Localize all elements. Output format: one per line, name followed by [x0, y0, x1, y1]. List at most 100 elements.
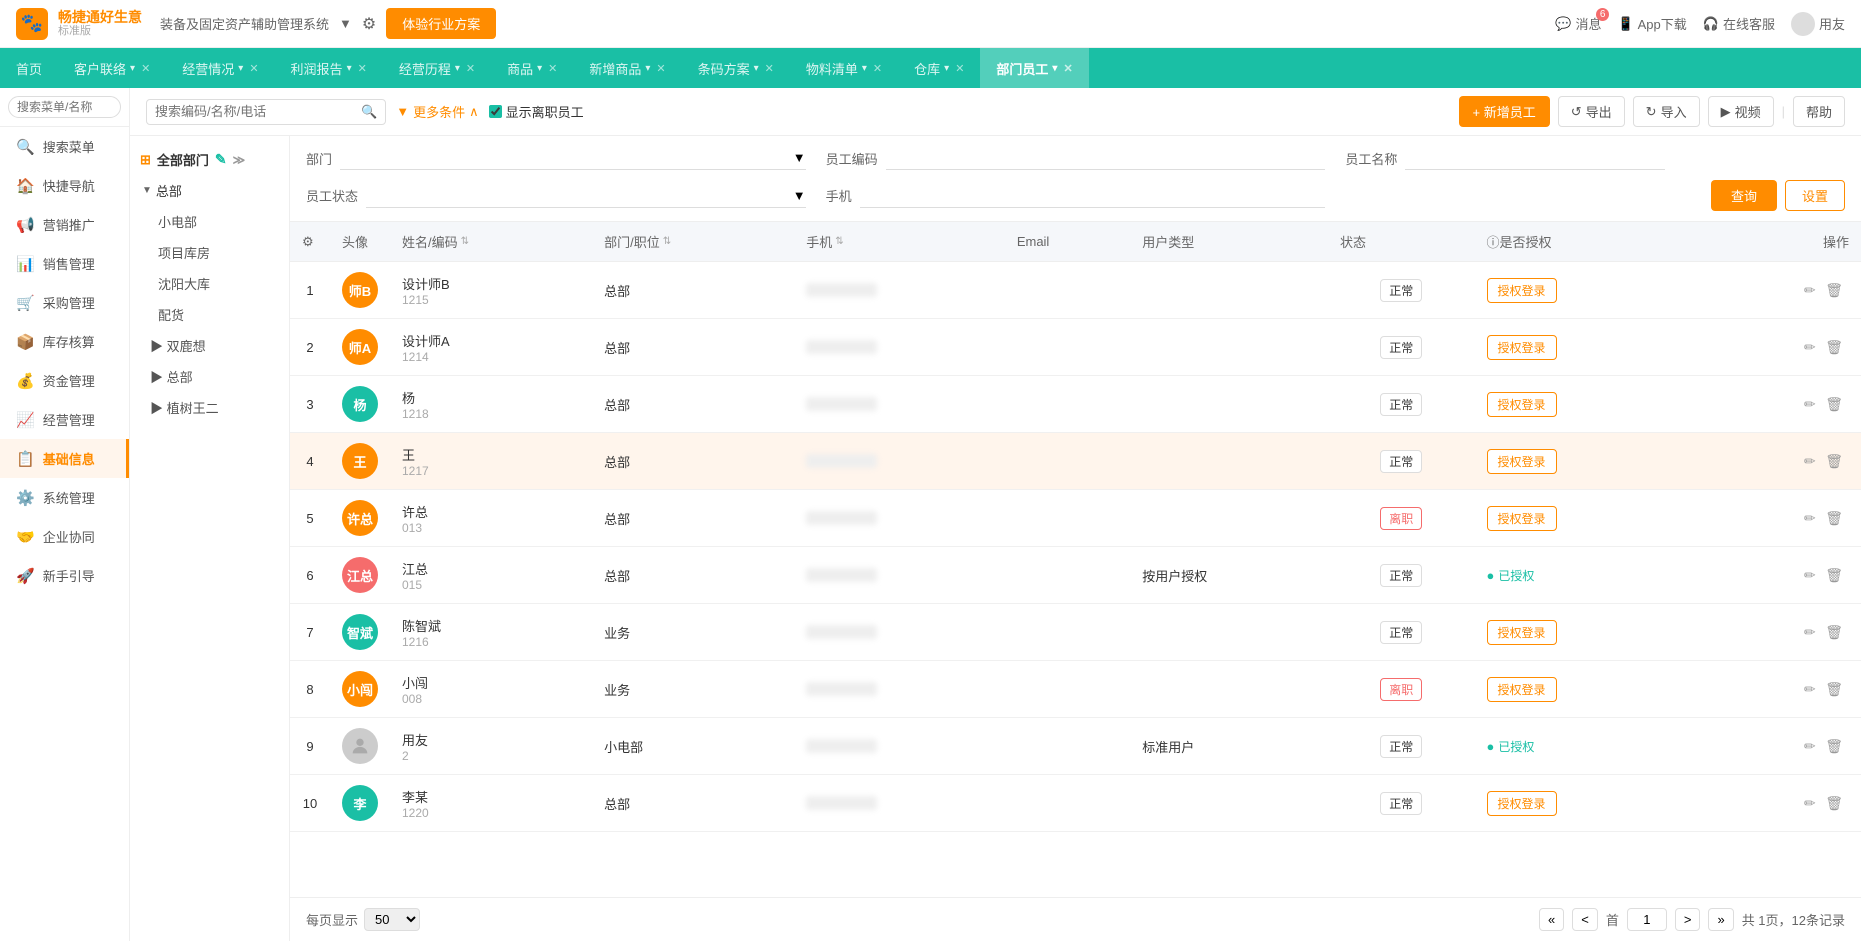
top-bar-left: 🐾 畅捷通好生意 标准版 装备及固定资产辅助管理系统 ▼ ⚙ 体验行业方案	[16, 8, 496, 40]
edit-icon[interactable]: ✏	[1804, 738, 1816, 754]
first-page-button[interactable]: «	[1539, 908, 1564, 931]
nav-tab-物料清单[interactable]: 物料清单▾✕	[790, 48, 898, 88]
show-resigned-toggle[interactable]: 显示离职员工	[489, 102, 584, 121]
edit-icon[interactable]: ✏	[1804, 453, 1816, 469]
delete-icon[interactable]: 🗑	[1825, 681, 1843, 697]
edit-icon[interactable]: ✏	[1804, 681, 1816, 697]
nav-tab-部门员工[interactable]: 部门员工▾✕	[980, 48, 1088, 88]
message-button[interactable]: 💬 消息 6	[1555, 14, 1601, 33]
col-dept[interactable]: 部门/职位 ⇅	[592, 222, 794, 262]
auth-button[interactable]: 授权登录	[1487, 449, 1557, 474]
more-filter-button[interactable]: ▼ 更多条件 ∧	[396, 102, 478, 121]
edit-icon[interactable]: ✏	[1804, 339, 1816, 355]
sidebar-item-inventory[interactable]: 📦库存核算	[0, 322, 129, 361]
edit-icon[interactable]: ✏	[1804, 282, 1816, 298]
export-button[interactable]: ↺ 导出	[1558, 96, 1625, 127]
trial-button[interactable]: 体验行业方案	[386, 8, 496, 39]
dept-item-植树王二-3[interactable]: ▶ 植树王二	[130, 392, 289, 423]
col-op: 操作	[1683, 222, 1861, 262]
delete-icon[interactable]: 🗑	[1825, 396, 1843, 412]
view-button[interactable]: ▶ 视频	[1708, 96, 1774, 127]
resigned-checkbox[interactable]	[489, 105, 502, 118]
dept-item-沈阳大库[interactable]: 沈阳大库	[138, 268, 289, 299]
help-button[interactable]: 帮助	[1793, 96, 1845, 127]
dept-item-双鹿想-1[interactable]: ▶ 双鹿想	[130, 330, 289, 361]
nav-tab-经营历程[interactable]: 经营历程▾✕	[383, 48, 491, 88]
set-button[interactable]: 设置	[1785, 180, 1845, 211]
status-select[interactable]: ▼	[366, 184, 806, 208]
menu-icon-basic: 📋	[16, 450, 35, 468]
nav-tab-仓库[interactable]: 仓库▾✕	[898, 48, 980, 88]
dept-edit-icon[interactable]: ✎	[215, 151, 227, 168]
emp-code-input[interactable]	[886, 146, 1326, 170]
last-page-button[interactable]: »	[1708, 908, 1733, 931]
sidebar-item-system[interactable]: ⚙️系统管理	[0, 478, 129, 517]
nav-tab-利润报告[interactable]: 利润报告▾✕	[275, 48, 383, 88]
sidebar-search-input[interactable]	[8, 96, 121, 118]
dept-item-总部-2[interactable]: ▶ 总部	[130, 361, 289, 392]
col-name[interactable]: 姓名/编码 ⇅	[390, 222, 592, 262]
sidebar-item-quicknav[interactable]: 🏠快捷导航	[0, 166, 129, 205]
emp-name-input[interactable]	[1405, 146, 1665, 170]
edit-icon[interactable]: ✏	[1804, 510, 1816, 526]
auth-button[interactable]: 授权登录	[1487, 620, 1557, 645]
sidebar-item-sales[interactable]: 📊销售管理	[0, 244, 129, 283]
delete-icon[interactable]: 🗑	[1825, 282, 1843, 298]
app-download-button[interactable]: 📱 App下载	[1617, 14, 1686, 33]
col-phone[interactable]: 手机 ⇅	[794, 222, 1005, 262]
delete-icon[interactable]: 🗑	[1825, 510, 1843, 526]
edit-icon[interactable]: ✏	[1804, 396, 1816, 412]
gear-icon[interactable]: ⚙	[362, 14, 376, 34]
edit-icon[interactable]: ✏	[1804, 567, 1816, 583]
row-dept: 业务	[592, 604, 794, 661]
dept-select[interactable]: ▼	[340, 146, 806, 170]
delete-icon[interactable]: 🗑	[1825, 624, 1843, 640]
nav-tab-商品[interactable]: 商品▾✕	[491, 48, 573, 88]
prev-page-button[interactable]: <	[1572, 908, 1598, 931]
nav-tab-客户联络[interactable]: 客户联络▾✕	[58, 48, 166, 88]
delete-icon[interactable]: 🗑	[1825, 453, 1843, 469]
auth-button[interactable]: 授权登录	[1487, 791, 1557, 816]
auth-button[interactable]: 授权登录	[1487, 392, 1557, 417]
col-email: Email	[1005, 222, 1130, 262]
dept-collapse-icon[interactable]: ≫	[233, 153, 246, 167]
dept-item-小电部[interactable]: 小电部	[138, 206, 289, 237]
dept-group-0[interactable]: ▼总部	[130, 175, 289, 206]
dept-item-配货[interactable]: 配货	[138, 299, 289, 330]
auth-button[interactable]: 授权登录	[1487, 335, 1557, 360]
sidebar-item-operation[interactable]: 📈经营管理	[0, 400, 129, 439]
sidebar-item-basic[interactable]: 📋基础信息	[0, 439, 129, 478]
auth-button[interactable]: 授权登录	[1487, 677, 1557, 702]
sidebar-item-newguide[interactable]: 🚀新手引导	[0, 556, 129, 595]
dropdown-icon[interactable]: ▼	[339, 16, 352, 31]
query-button[interactable]: 查询	[1711, 180, 1777, 211]
sidebar-item-marketing[interactable]: 📢营销推广	[0, 205, 129, 244]
nav-tab-新增商品[interactable]: 新增商品▾✕	[573, 48, 681, 88]
nav-tab-首页[interactable]: 首页	[0, 48, 58, 88]
search-input[interactable]	[155, 104, 355, 119]
current-page-input[interactable]	[1627, 908, 1667, 931]
next-page-button[interactable]: >	[1675, 908, 1701, 931]
dept-item-项目库房[interactable]: 项目库房	[138, 237, 289, 268]
nav-tab-条码方案[interactable]: 条码方案▾✕	[682, 48, 790, 88]
delete-icon[interactable]: 🗑	[1825, 738, 1843, 754]
nav-tab-经营情况[interactable]: 经营情况▾✕	[166, 48, 274, 88]
delete-icon[interactable]: 🗑	[1825, 567, 1843, 583]
edit-icon[interactable]: ✏	[1804, 795, 1816, 811]
auth-button[interactable]: 授权登录	[1487, 506, 1557, 531]
sidebar-item-finance[interactable]: 💰资金管理	[0, 361, 129, 400]
col-settings[interactable]: ⚙	[290, 222, 330, 262]
add-employee-button[interactable]: + 新增员工	[1459, 96, 1550, 127]
delete-icon[interactable]: 🗑	[1825, 339, 1843, 355]
user-avatar[interactable]: 用友	[1791, 12, 1845, 36]
import-button[interactable]: ↻ 导入	[1633, 96, 1700, 127]
sidebar-item-search[interactable]: 🔍搜索菜单	[0, 127, 129, 166]
delete-icon[interactable]: 🗑	[1825, 795, 1843, 811]
edit-icon[interactable]: ✏	[1804, 624, 1816, 640]
phone-input[interactable]	[860, 184, 1326, 208]
online-service-button[interactable]: 🎧 在线客服	[1703, 14, 1775, 33]
sidebar-item-purchase[interactable]: 🛒采购管理	[0, 283, 129, 322]
auth-button[interactable]: 授权登录	[1487, 278, 1557, 303]
sidebar-item-enterprise[interactable]: 🤝企业协同	[0, 517, 129, 556]
page-size-select-input[interactable]: 2050100	[364, 908, 420, 931]
